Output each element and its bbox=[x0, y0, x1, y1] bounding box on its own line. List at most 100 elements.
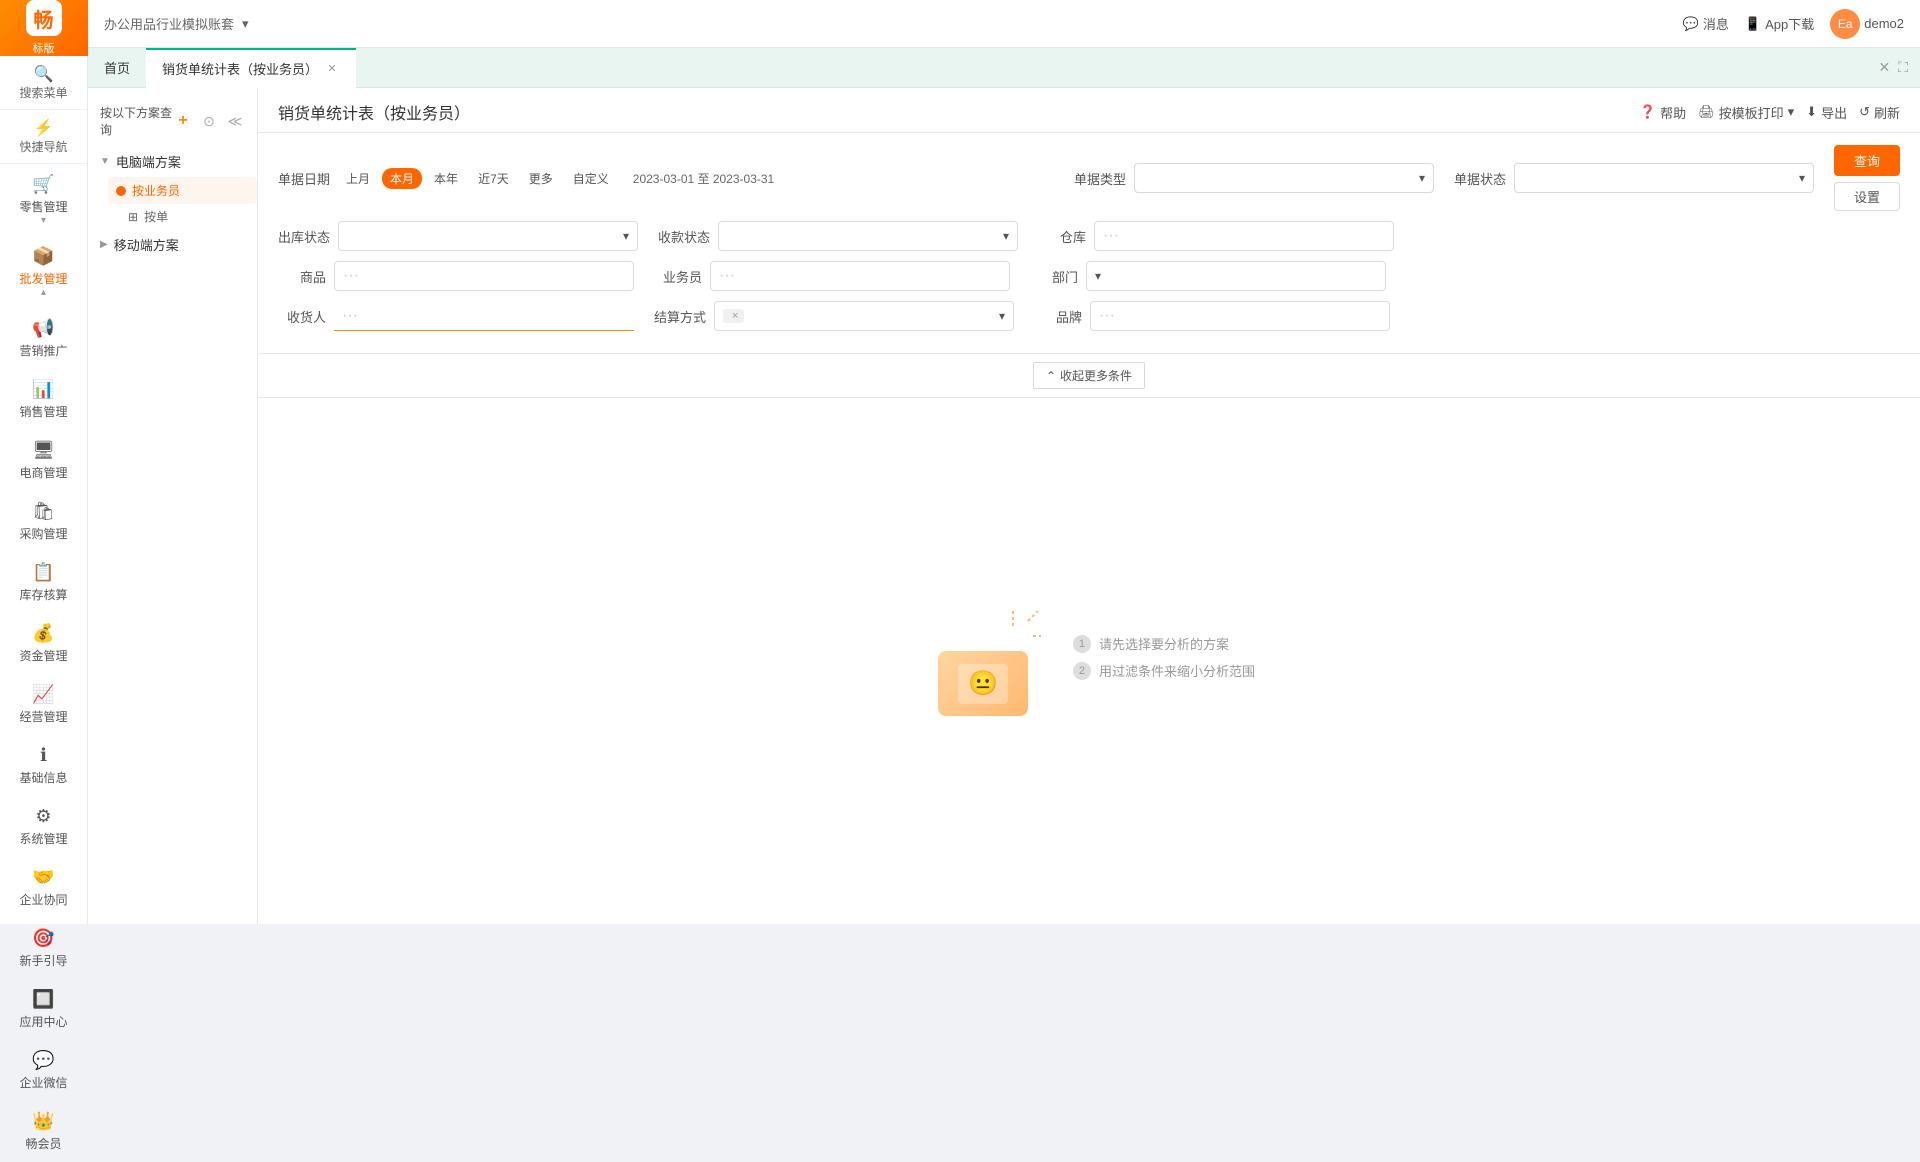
left-panel-title: 按以下方案查询 bbox=[100, 104, 173, 138]
sidebar-item-wholesale[interactable]: 📦 批发管理 ▴ bbox=[0, 236, 87, 308]
sidebar-item-wechat[interactable]: 💬 企业微信 bbox=[0, 1040, 87, 1101]
chevron-up-icon: ▴ bbox=[41, 287, 46, 298]
chevron-down-icon: ▾ bbox=[1419, 171, 1425, 185]
date-tab-custom[interactable]: 自定义 bbox=[565, 168, 617, 189]
tab-action-maximize[interactable]: ⛶ bbox=[1898, 59, 1908, 76]
sidebar-item-newbie[interactable]: 🎯 新手引导 bbox=[0, 918, 87, 979]
receive-status-label: 收款状态 bbox=[658, 227, 718, 246]
left-panel: 按以下方案查询 + ⊙ ≪ ▼ 电脑端方案 按业务员 ⊞ bbox=[88, 88, 258, 924]
order-status-select[interactable]: ▾ bbox=[1514, 163, 1814, 193]
brand-select[interactable]: ··· bbox=[1090, 301, 1390, 331]
sidebar-item-ecommerce[interactable]: 🖥 电商管理 bbox=[0, 430, 87, 491]
sidebar-item-quicknav[interactable]: ⚡ 快捷导航 bbox=[0, 110, 87, 164]
sidebar-item-inventory[interactable]: 📋 库存核算 bbox=[0, 552, 87, 613]
tree-node-desktop[interactable]: ▼ 电脑端方案 bbox=[88, 146, 257, 177]
sidebar-item-search[interactable]: 🔍 搜索菜单 bbox=[0, 56, 87, 110]
sidebar-item-operations[interactable]: 📈 经营管理 bbox=[0, 674, 87, 735]
chevron-down-icon: ▾ bbox=[1003, 229, 1009, 243]
tab-sales-stat[interactable]: 销货单统计表（按业务员） ✕ bbox=[146, 48, 356, 88]
date-tab-last-month[interactable]: 上月 bbox=[338, 168, 378, 189]
page-header-actions: ❓ 帮助 🖨 按模板打印 ▾ ⬇ 导出 ↺ 刷新 bbox=[1640, 103, 1900, 122]
operations-icon: 📈 bbox=[32, 684, 54, 705]
topbar-dropdown-icon[interactable]: ▾ bbox=[242, 16, 249, 32]
product-select[interactable]: ··· bbox=[334, 261, 634, 291]
app-name-label: 办公用品行业模拟账套 bbox=[104, 14, 234, 33]
tree-node-mobile-label: 移动端方案 bbox=[114, 235, 179, 254]
warehouse-label: 仓库 bbox=[1038, 227, 1094, 246]
topbar: 办公用品行业模拟账套 ▾ 💬 消息 📱 App下载 Ea demo2 bbox=[88, 0, 1920, 48]
empty-illustration: 😐 bbox=[923, 606, 1043, 716]
logo-text: 标版 bbox=[33, 40, 55, 56]
sidebar-item-purchase[interactable]: 🛍 采购管理 bbox=[0, 491, 87, 552]
order-type-select[interactable]: ▾ bbox=[1134, 163, 1434, 193]
salesperson-select[interactable]: ··· bbox=[710, 261, 1010, 291]
sidebar-item-system[interactable]: ⚙ 系统管理 bbox=[0, 796, 87, 857]
date-tab-this-month[interactable]: 本月 bbox=[382, 168, 422, 189]
add-scheme-btn[interactable]: + bbox=[173, 111, 193, 131]
sidebar-item-marketing[interactable]: 📢 营销推广 bbox=[0, 308, 87, 369]
date-tab-7days[interactable]: 近7天 bbox=[470, 168, 517, 189]
out-status-select[interactable]: ▾ bbox=[338, 221, 638, 251]
receive-status-select[interactable]: ▾ bbox=[718, 221, 1018, 251]
sidebar-item-collab[interactable]: 🤝 企业协同 bbox=[0, 857, 87, 918]
message-btn[interactable]: 💬 消息 bbox=[1683, 14, 1729, 33]
chevron-down-icon: ▾ bbox=[999, 309, 1005, 323]
tree-node-by-salesperson[interactable]: 按业务员 bbox=[108, 177, 257, 204]
sidebar-item-finance[interactable]: 💰 资金管理 bbox=[0, 613, 87, 674]
chevron-up-icon: ⌃ bbox=[1046, 369, 1056, 383]
retail-icon: 🛒 bbox=[32, 174, 54, 195]
sidebar-item-sales[interactable]: 📊 销售管理 bbox=[0, 369, 87, 430]
collapse-panel-btn[interactable]: ≪ bbox=[225, 111, 245, 131]
refresh-btn[interactable]: ↺ 刷新 bbox=[1859, 103, 1900, 122]
settlement-select[interactable]: × ▾ bbox=[714, 301, 1014, 331]
chevron-down-icon: ▾ bbox=[41, 215, 46, 226]
date-range-display: 2023-03-01 至 2023-03-31 bbox=[633, 170, 774, 187]
download-icon: 📱 bbox=[1745, 16, 1761, 32]
box-face-icon: 😐 bbox=[968, 669, 998, 698]
sidebar-logo[interactable]: 畅 标版 bbox=[0, 0, 88, 56]
marketing-icon: 📢 bbox=[32, 318, 54, 339]
orange-dot-icon bbox=[116, 186, 126, 196]
tree-node-mobile[interactable]: ▶ 移动端方案 bbox=[88, 229, 257, 260]
tree-grandchild: ⊞ 按单 bbox=[108, 204, 257, 229]
tabbar: 首页 销货单统计表（按业务员） ✕ ✕ ⛶ bbox=[88, 48, 1920, 88]
basic-info-icon: ℹ bbox=[40, 745, 47, 766]
empty-text: 1 请先选择要分析的方案 2 用过滤条件来缩小分析范围 bbox=[1073, 634, 1255, 688]
settlement-clear-btn[interactable]: × bbox=[732, 310, 738, 322]
sidebar-item-member[interactable]: 👑 畅会员 bbox=[0, 1101, 87, 1162]
collab-icon: 🤝 bbox=[32, 867, 54, 888]
collapse-filters-btn[interactable]: ⌃ 收起更多条件 bbox=[1033, 362, 1145, 389]
help-icon: ❓ bbox=[1640, 104, 1656, 120]
date-tab-more[interactable]: 更多 bbox=[521, 168, 561, 189]
main-content: 办公用品行业模拟账套 ▾ 💬 消息 📱 App下载 Ea demo2 首页 销货… bbox=[88, 0, 1920, 924]
edit-scheme-btn[interactable]: ⊙ bbox=[199, 111, 219, 131]
tab-actions: ✕ ⛶ bbox=[1866, 59, 1920, 76]
empty-hint-2: 2 用过滤条件来缩小分析范围 bbox=[1073, 661, 1255, 680]
page-header: 销货单统计表（按业务员） ❓ 帮助 🖨 按模板打印 ▾ ⬇ 导出 bbox=[258, 88, 1920, 133]
sidebar-item-basic-info[interactable]: ℹ 基础信息 bbox=[0, 735, 87, 796]
sidebar-item-appcenter[interactable]: 🔲 应用中心 bbox=[0, 979, 87, 1040]
export-btn[interactable]: ⬇ 导出 bbox=[1806, 103, 1847, 122]
receiver-input[interactable]: ··· bbox=[334, 301, 634, 331]
settings-button[interactable]: 设置 bbox=[1834, 182, 1900, 211]
message-icon: 💬 bbox=[1683, 16, 1699, 32]
filter-row-3: 商品 ··· 业务员 ··· 部门 ▾ bbox=[278, 261, 1900, 291]
user-profile-btn[interactable]: Ea demo2 bbox=[1830, 9, 1904, 39]
tab-home[interactable]: 首页 bbox=[88, 48, 146, 88]
date-tab-this-year[interactable]: 本年 bbox=[426, 168, 466, 189]
date-label: 单据日期 bbox=[278, 169, 338, 188]
app-download-btn[interactable]: 📱 App下载 bbox=[1745, 14, 1814, 33]
finance-icon: 💰 bbox=[32, 623, 54, 644]
sidebar-item-retail[interactable]: 🛒 零售管理 ▾ bbox=[0, 164, 87, 236]
topbar-app-name: 办公用品行业模拟账套 ▾ bbox=[104, 14, 249, 33]
help-btn[interactable]: ❓ 帮助 bbox=[1640, 103, 1686, 122]
print-btn[interactable]: 🖨 按模板打印 ▾ bbox=[1698, 103, 1794, 122]
warehouse-select[interactable]: ··· bbox=[1094, 221, 1394, 251]
tree-node-by-order[interactable]: ⊞ 按单 bbox=[120, 204, 257, 229]
appcenter-icon: 🔲 bbox=[32, 989, 54, 1010]
department-select[interactable]: ▾ bbox=[1086, 261, 1386, 291]
query-button[interactable]: 查询 bbox=[1834, 145, 1900, 176]
tab-action-minimize[interactable]: ✕ bbox=[1878, 59, 1890, 76]
order-icon: ⊞ bbox=[128, 210, 138, 224]
tab-close-icon[interactable]: ✕ bbox=[324, 61, 340, 77]
